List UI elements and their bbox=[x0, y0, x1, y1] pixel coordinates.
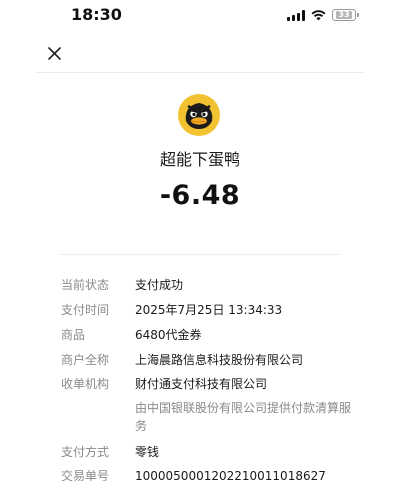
detail-label: 收单机构 bbox=[61, 377, 110, 391]
detail-label: 当前状态 bbox=[61, 278, 110, 292]
battery-icon: 33 bbox=[332, 9, 359, 21]
close-icon bbox=[48, 47, 61, 60]
header-divider bbox=[36, 72, 364, 73]
merchant-name: 超能下蛋鸭 bbox=[159, 150, 240, 169]
acquirer-note: 由中国银联股份有限公司提供付款清算服务 bbox=[135, 401, 352, 433]
payment-detail-page: 18:30 33 超能下蛋鸭 -6.48 当前状态 支付成功 支付时间 2025… bbox=[0, 0, 400, 481]
detail-row-merchant: 商户全称 上海晨路信息科技股份有限公司 bbox=[61, 351, 360, 369]
status-icons: 33 bbox=[287, 9, 359, 21]
detail-row-method: 支付方式 零钱 bbox=[61, 443, 360, 461]
wifi-icon bbox=[311, 9, 326, 21]
detail-value: 6480代金券 bbox=[135, 328, 202, 342]
order-number[interactable]: 10000500012022100110186​27 bbox=[135, 467, 360, 481]
detail-row-order: 交易单号 10000500012022100110186​27 bbox=[61, 467, 360, 481]
detail-value: 零钱 bbox=[135, 445, 160, 459]
transaction-amount: -6.48 bbox=[159, 180, 241, 211]
detail-label: 支付时间 bbox=[61, 303, 110, 317]
detail-row-product: 商品 6480代金券 bbox=[61, 326, 360, 344]
detail-value: 2025年7月25日 13:34:33 bbox=[135, 303, 283, 317]
battery-level: 33 bbox=[336, 10, 352, 19]
merchant-avatar[interactable] bbox=[178, 94, 220, 136]
duck-avatar-icon bbox=[178, 94, 220, 136]
amount-divider bbox=[60, 254, 340, 255]
detail-label: 商品 bbox=[61, 328, 86, 342]
detail-value: 上海晨路信息科技股份有限公司 bbox=[135, 353, 304, 367]
detail-row-status: 当前状态 支付成功 bbox=[61, 276, 360, 294]
signal-icon bbox=[287, 9, 305, 21]
detail-label: 商户全称 bbox=[61, 353, 110, 367]
detail-row-acquirer: 收单机构 财付通支付科技有限公司 bbox=[61, 375, 360, 393]
detail-value: 支付成功 bbox=[135, 278, 184, 292]
status-time: 18:30 bbox=[71, 5, 122, 24]
detail-value: 财付通支付科技有限公司 bbox=[135, 377, 268, 391]
status-bar: 18:30 33 bbox=[0, 0, 400, 34]
detail-label: 交易单号 bbox=[61, 469, 110, 481]
detail-label: 支付方式 bbox=[61, 445, 110, 459]
detail-row-time: 支付时间 2025年7月25日 13:34:33 bbox=[61, 301, 360, 319]
close-button[interactable] bbox=[45, 44, 65, 64]
